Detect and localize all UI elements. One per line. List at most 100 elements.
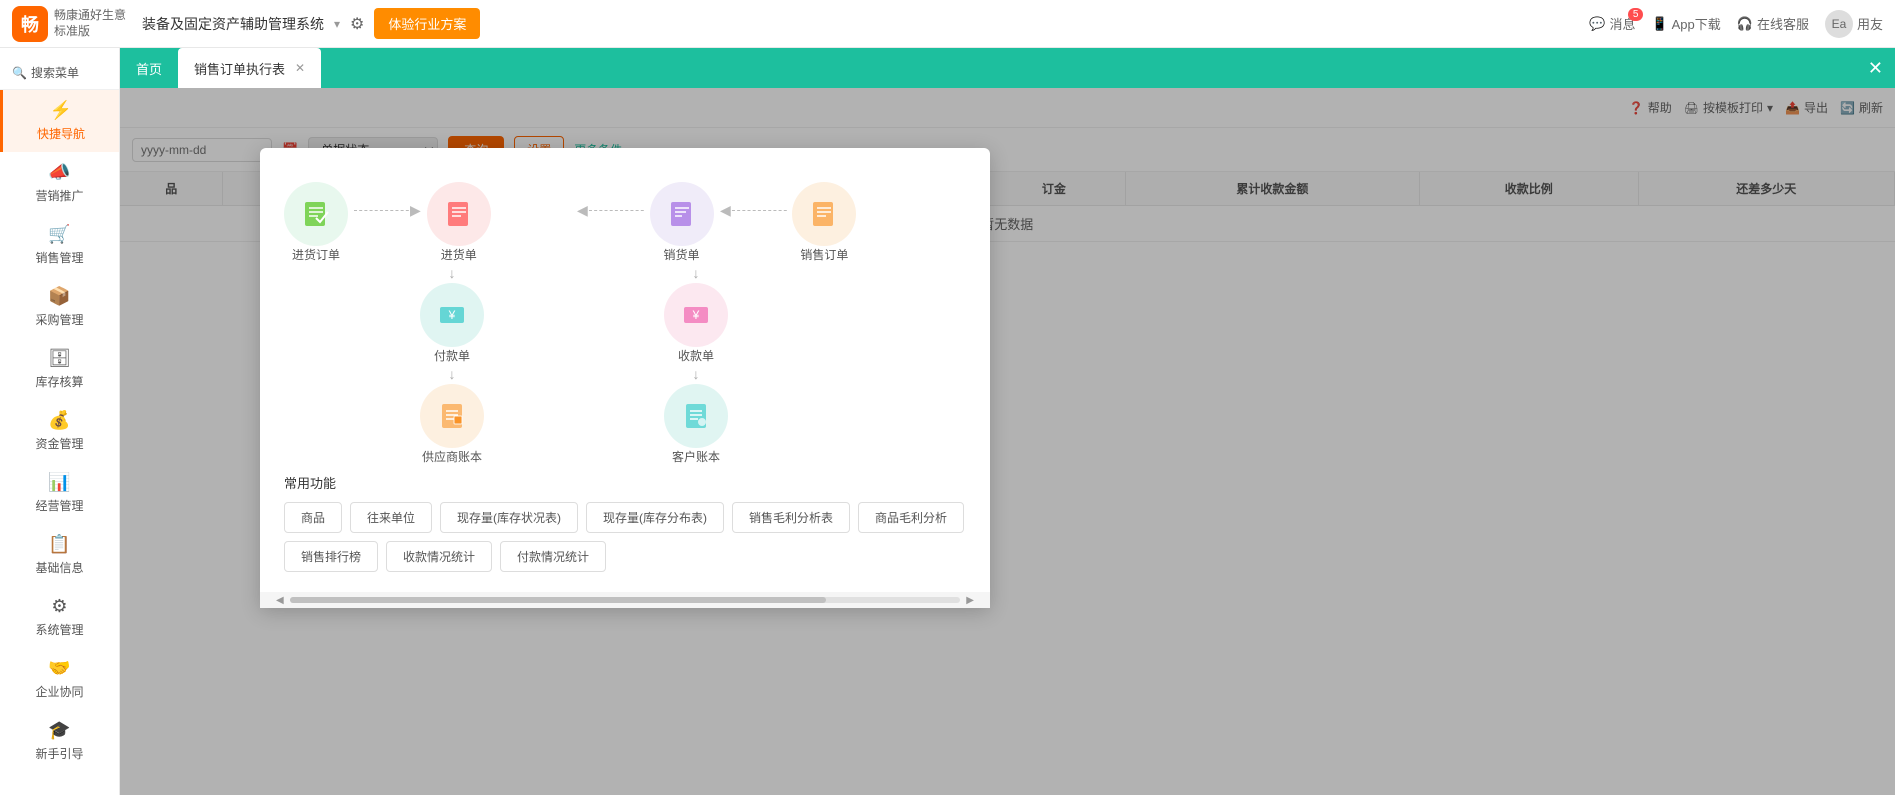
marketing-icon: 📣 — [48, 162, 70, 183]
cf-btn-sales-rank[interactable]: 销售排行榜 — [284, 541, 378, 572]
basic-info-icon: 📋 — [48, 534, 70, 555]
system-icon: ⚙ — [51, 596, 67, 617]
settings-icon[interactable]: ⚙ — [350, 14, 364, 34]
finance-icon: 💰 — [48, 410, 70, 431]
sidebar-item-enterprise[interactable]: 🤝 企业协同 — [0, 648, 119, 710]
logo-icon: 畅 — [12, 6, 48, 42]
sidebar-item-system[interactable]: ⚙ 系统管理 — [0, 586, 119, 648]
tab-bar-actions: ✕ — [1868, 58, 1895, 79]
supplier-ledger-circle[interactable] — [420, 384, 484, 448]
search-icon: 🔍 — [12, 66, 27, 80]
arrow-1: ▶ — [348, 202, 427, 243]
sidebar-item-marketing[interactable]: 📣 营销推广 — [0, 152, 119, 214]
purchase-order-node: 进货订单 — [284, 182, 348, 263]
newbie-icon: 🎓 — [48, 720, 70, 741]
try-btn[interactable]: 体验行业方案 — [374, 8, 480, 39]
enterprise-icon: 🤝 — [48, 658, 70, 679]
online-service-btn[interactable]: 🎧 在线客服 — [1737, 14, 1809, 33]
flow-row-3: ↓ — [284, 364, 966, 465]
common-functions: 常用功能 商品 往来单位 现存量(库存状况表) 现存量(库存分布表) 销售毛利分… — [284, 473, 966, 572]
app-download-btn[interactable]: 📱 App下载 — [1651, 14, 1720, 33]
sidebar-item-quick-nav[interactable]: ⚡ 快捷导航 — [0, 90, 119, 152]
cf-btn-goods-profit[interactable]: 商品毛利分析 — [858, 502, 964, 533]
purchase-icon: 📦 — [48, 286, 70, 307]
header-left: 畅 畅康通好生意 标准版 装备及固定资产辅助管理系统 ▾ ⚙ 体验行业方案 — [12, 6, 480, 42]
scroll-bar-area: ◀ ▶ — [260, 592, 990, 608]
system-dropdown-icon[interactable]: ▾ — [334, 17, 340, 31]
cf-btn-sales-profit[interactable]: 销售毛利分析表 — [732, 502, 850, 533]
scroll-right-btn[interactable]: ▶ — [966, 595, 974, 606]
message-btn[interactable]: 💬 消息 5 — [1589, 14, 1635, 33]
quick-nav-modal: 进货订单 ▶ — [260, 148, 990, 608]
arrow-2: ▶ — [571, 202, 650, 243]
supplier-ledger-label: 供应商账本 — [422, 448, 482, 465]
cf-btn-partners[interactable]: 往来单位 — [350, 502, 432, 533]
system-title: 装备及固定资产辅助管理系统 — [142, 14, 324, 34]
payment-bill-circle[interactable]: ¥ — [420, 283, 484, 347]
cf-btn-goods[interactable]: 商品 — [284, 502, 342, 533]
flow-row-2: ↓ ¥ 付款单 — [284, 263, 966, 364]
main-layout: 🔍 搜索菜单 ⚡ 快捷导航 📣 营销推广 🛒 销售管理 📦 采购管理 🗄 — [0, 48, 1895, 795]
modal-overlay: 进货订单 ▶ — [120, 88, 1895, 795]
tab-close-icon[interactable]: ✕ — [295, 61, 305, 75]
cf-btn-stock-dist[interactable]: 现存量(库存分布表) — [586, 502, 724, 533]
payment-bill-label: 付款单 — [434, 347, 470, 364]
customer-ledger-circle[interactable] — [664, 384, 728, 448]
sales-order-circle[interactable] — [792, 182, 856, 246]
quick-nav-icon: ⚡ — [50, 100, 72, 121]
scroll-track[interactable] — [290, 597, 961, 603]
purchase-bill-circle[interactable] — [427, 182, 491, 246]
tab-home[interactable]: 首页 — [120, 48, 178, 88]
cf-title: 常用功能 — [284, 473, 966, 492]
customer-ledger-col: ↓ — [664, 364, 728, 465]
down-arrow-supplier: ↓ — [449, 366, 456, 382]
cf-btn-stock-status[interactable]: 现存量(库存状况表) — [440, 502, 578, 533]
flow-section: 进货订单 ▶ — [284, 172, 966, 465]
sidebar-item-newbie[interactable]: 🎓 新手引导 — [0, 710, 119, 772]
cf-btn-payment-stat[interactable]: 付款情况统计 — [500, 541, 606, 572]
purchase-order-circle[interactable] — [284, 182, 348, 246]
sales-order-label: 销售订单 — [800, 246, 848, 263]
sidebar-item-basic-info[interactable]: 📋 基础信息 — [0, 524, 119, 586]
receipt-bill-label: 收款单 — [678, 347, 714, 364]
tab-bar: 首页 销售订单执行表 ✕ ✕ — [120, 48, 1895, 88]
sidebar-item-inventory[interactable]: 🗄 库存核算 — [0, 338, 119, 400]
sidebar-item-finance[interactable]: 💰 资金管理 — [0, 400, 119, 462]
receipt-col: ↓ ¥ 收款单 — [664, 263, 728, 364]
sales-bill-circle[interactable] — [650, 182, 714, 246]
purchase-bill-label: 进货单 — [441, 246, 477, 263]
flow-row-1: 进货订单 ▶ — [284, 182, 966, 263]
sidebar-item-purchase[interactable]: 📦 采购管理 — [0, 276, 119, 338]
cf-btn-receipt-stat[interactable]: 收款情况统计 — [386, 541, 492, 572]
svg-text:¥: ¥ — [692, 308, 700, 322]
receipt-bill-circle[interactable]: ¥ — [664, 283, 728, 347]
operation-icon: 📊 — [48, 472, 70, 493]
tab-sales-order[interactable]: 销售订单执行表 ✕ — [178, 48, 321, 88]
logo-area: 畅 畅康通好生意 标准版 — [12, 6, 132, 42]
header-right: 💬 消息 5 📱 App下载 🎧 在线客服 Ea 用友 — [1589, 10, 1883, 38]
payment-col: ↓ ¥ 付款单 — [420, 263, 484, 364]
down-arrow-customer: ↓ — [693, 366, 700, 382]
arrow-3: ▶ — [714, 202, 793, 243]
cf-buttons: 商品 往来单位 现存量(库存状况表) 现存量(库存分布表) 销售毛利分析表 商品… — [284, 502, 966, 572]
close-all-btn[interactable]: ✕ — [1868, 58, 1883, 79]
content-area: 首页 销售订单执行表 ✕ ✕ ❓ 帮助 — [120, 48, 1895, 795]
sidebar-item-sales[interactable]: 🛒 销售管理 — [0, 214, 119, 276]
message-icon: 💬 — [1589, 16, 1605, 32]
top-header: 畅 畅康通好生意 标准版 装备及固定资产辅助管理系统 ▾ ⚙ 体验行业方案 💬 … — [0, 0, 1895, 48]
purchase-bill-node: 进货单 — [427, 182, 491, 263]
sidebar: 🔍 搜索菜单 ⚡ 快捷导航 📣 营销推广 🛒 销售管理 📦 采购管理 🗄 — [0, 48, 120, 795]
customer-ledger-label: 客户账本 — [672, 448, 720, 465]
sales-icon: 🛒 — [48, 224, 70, 245]
sidebar-item-operation[interactable]: 📊 经营管理 — [0, 462, 119, 524]
page-content: ❓ 帮助 🖨 按模板打印 ▾ 📤 导出 🔄 刷新 — [120, 88, 1895, 795]
inventory-icon: 🗄 — [48, 348, 71, 369]
supplier-ledger-col: ↓ — [420, 364, 484, 465]
download-icon: 📱 — [1651, 16, 1667, 32]
purchase-order-label: 进货订单 — [292, 246, 340, 263]
search-menu[interactable]: 🔍 搜索菜单 — [0, 56, 119, 90]
scroll-left-btn[interactable]: ◀ — [276, 595, 284, 606]
user-area[interactable]: Ea 用友 — [1825, 10, 1883, 38]
logo-text: 畅康通好生意 标准版 — [54, 8, 126, 39]
message-badge: 5 — [1628, 8, 1644, 21]
